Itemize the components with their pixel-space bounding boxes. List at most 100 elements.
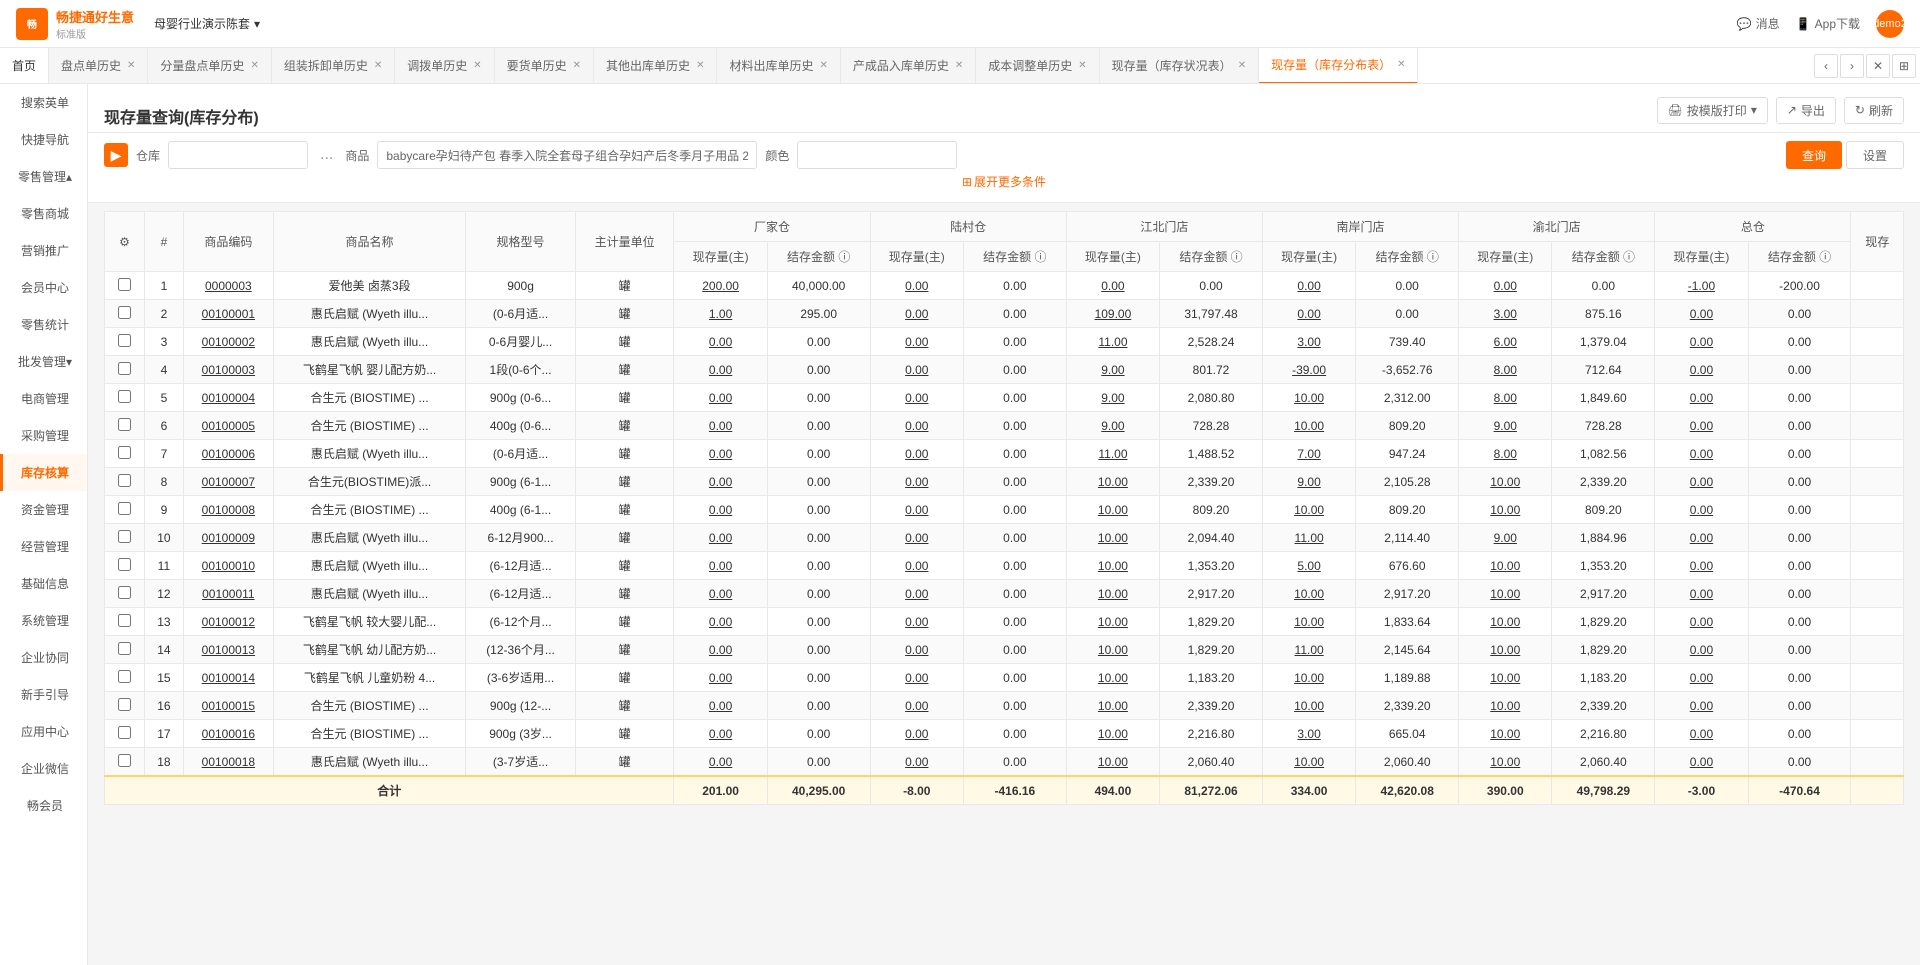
cell-t-stock[interactable]: 0.00 [1655, 524, 1748, 552]
sidebar-item-17[interactable]: 应用中心 [0, 713, 87, 750]
cell-nb-stock[interactable]: 7.00 [1262, 440, 1355, 468]
sidebar-item-8[interactable]: 电商管理 [0, 380, 87, 417]
cell-m-stock[interactable]: 0.00 [870, 636, 963, 664]
cell-nb-stock[interactable]: 3.00 [1262, 720, 1355, 748]
filter-expand-btn[interactable]: ▶ [104, 143, 128, 167]
company-dropdown[interactable]: 母婴行业演示陈套 ▾ [154, 15, 260, 32]
cell-check[interactable] [105, 692, 145, 720]
tab-8[interactable]: 产成品入库单历史✕ [841, 48, 976, 83]
cell-check[interactable] [105, 608, 145, 636]
cell-check[interactable] [105, 720, 145, 748]
cell-yb-stock[interactable]: 0.00 [1459, 272, 1552, 300]
cell-nb-stock[interactable]: 10.00 [1262, 692, 1355, 720]
tab-10[interactable]: 现存量（库存状况表）✕ [1100, 48, 1259, 83]
cell-nb-stock[interactable]: 5.00 [1262, 552, 1355, 580]
tab-2[interactable]: 分量盘点单历史✕ [148, 48, 271, 83]
cell-check[interactable] [105, 384, 145, 412]
tab-close-10[interactable]: ✕ [1238, 60, 1246, 71]
cell-check[interactable] [105, 664, 145, 692]
cell-yb-stock[interactable]: 10.00 [1459, 608, 1552, 636]
export-btn[interactable]: ↗ 导出 [1776, 97, 1836, 124]
refresh-btn[interactable]: ↻ 刷新 [1844, 97, 1904, 124]
cell-f-stock[interactable]: 0.00 [674, 636, 767, 664]
cell-yb-stock[interactable]: 10.00 [1459, 468, 1552, 496]
color-input[interactable] [797, 141, 957, 169]
query-btn[interactable]: 查询 [1786, 141, 1842, 169]
cell-m-stock[interactable]: 0.00 [870, 272, 963, 300]
tab-close-2[interactable]: ✕ [250, 60, 258, 71]
cell-check[interactable] [105, 300, 145, 328]
cell-code[interactable]: 00100015 [183, 692, 273, 720]
cell-f-stock[interactable]: 0.00 [674, 608, 767, 636]
setting-btn[interactable]: 设置 [1846, 141, 1904, 169]
cell-f-stock[interactable]: 0.00 [674, 496, 767, 524]
cell-nb-stock[interactable]: 10.00 [1262, 580, 1355, 608]
sidebar-item-5[interactable]: 会员中心 [0, 269, 87, 306]
cell-f-stock[interactable]: 0.00 [674, 384, 767, 412]
cell-f-stock[interactable]: 200.00 [674, 272, 767, 300]
cell-yb-stock[interactable]: 10.00 [1459, 692, 1552, 720]
tabs-next-btn[interactable]: › [1840, 54, 1864, 78]
cell-code[interactable]: 00100011 [183, 580, 273, 608]
cell-jb-stock[interactable]: 10.00 [1066, 524, 1159, 552]
cell-code[interactable]: 00100008 [183, 496, 273, 524]
tab-5[interactable]: 要货单历史✕ [495, 48, 594, 83]
sidebar-item-15[interactable]: 企业协同 [0, 639, 87, 676]
cell-t-stock[interactable]: 0.00 [1655, 440, 1748, 468]
cell-m-stock[interactable]: 0.00 [870, 608, 963, 636]
cell-t-stock[interactable]: -1.00 [1655, 272, 1748, 300]
tab-close-6[interactable]: ✕ [696, 60, 704, 71]
cell-yb-stock[interactable]: 10.00 [1459, 664, 1552, 692]
cell-code[interactable]: 00100013 [183, 636, 273, 664]
cell-code[interactable]: 00100003 [183, 356, 273, 384]
cell-yb-stock[interactable]: 6.00 [1459, 328, 1552, 356]
cell-jb-stock[interactable]: 11.00 [1066, 328, 1159, 356]
cell-f-stock[interactable]: 0.00 [674, 664, 767, 692]
cell-code[interactable]: 00100018 [183, 748, 273, 777]
cell-t-stock[interactable]: 0.00 [1655, 580, 1748, 608]
cell-t-stock[interactable]: 0.00 [1655, 552, 1748, 580]
cell-t-stock[interactable]: 0.00 [1655, 468, 1748, 496]
cell-jb-stock[interactable]: 10.00 [1066, 748, 1159, 777]
cell-t-stock[interactable]: 0.00 [1655, 664, 1748, 692]
cell-m-stock[interactable]: 0.00 [870, 356, 963, 384]
cell-m-stock[interactable]: 0.00 [870, 496, 963, 524]
product-input[interactable] [377, 141, 757, 169]
cell-f-stock[interactable]: 0.00 [674, 748, 767, 777]
cell-t-stock[interactable]: 0.00 [1655, 720, 1748, 748]
sidebar-item-9[interactable]: 采购管理 [0, 417, 87, 454]
tab-close-5[interactable]: ✕ [573, 60, 581, 71]
app-download-btn[interactable]: 📱 App下载 [1796, 15, 1860, 32]
tab-close-9[interactable]: ✕ [1078, 60, 1086, 71]
cell-jb-stock[interactable]: 9.00 [1066, 356, 1159, 384]
cell-check[interactable] [105, 272, 145, 300]
cell-m-stock[interactable]: 0.00 [870, 580, 963, 608]
cell-t-stock[interactable]: 0.00 [1655, 328, 1748, 356]
tab-close-8[interactable]: ✕ [955, 60, 963, 71]
cell-m-stock[interactable]: 0.00 [870, 440, 963, 468]
sidebar-item-4[interactable]: 营销推广 [0, 232, 87, 269]
cell-code[interactable]: 00100009 [183, 524, 273, 552]
sidebar-item-11[interactable]: 资金管理 [0, 491, 87, 528]
cell-code[interactable]: 00100004 [183, 384, 273, 412]
cell-jb-stock[interactable]: 10.00 [1066, 692, 1159, 720]
cell-jb-stock[interactable]: 10.00 [1066, 664, 1159, 692]
cell-t-stock[interactable]: 0.00 [1655, 692, 1748, 720]
cell-nb-stock[interactable]: 11.00 [1262, 636, 1355, 664]
cell-yb-stock[interactable]: 10.00 [1459, 636, 1552, 664]
cell-m-stock[interactable]: 0.00 [870, 692, 963, 720]
cell-code[interactable]: 00100016 [183, 720, 273, 748]
cell-jb-stock[interactable]: 9.00 [1066, 412, 1159, 440]
cell-m-stock[interactable]: 0.00 [870, 468, 963, 496]
cell-f-stock[interactable]: 0.00 [674, 412, 767, 440]
cell-yb-stock[interactable]: 8.00 [1459, 356, 1552, 384]
cell-f-stock[interactable]: 0.00 [674, 580, 767, 608]
cell-t-stock[interactable]: 0.00 [1655, 412, 1748, 440]
cell-check[interactable] [105, 524, 145, 552]
cell-check[interactable] [105, 412, 145, 440]
cell-code[interactable]: 00100006 [183, 440, 273, 468]
sidebar-item-3[interactable]: 零售商城 [0, 195, 87, 232]
message-btn[interactable]: 💬 消息 [1737, 15, 1780, 32]
cell-check[interactable] [105, 328, 145, 356]
sidebar-item-12[interactable]: 经营管理 [0, 528, 87, 565]
